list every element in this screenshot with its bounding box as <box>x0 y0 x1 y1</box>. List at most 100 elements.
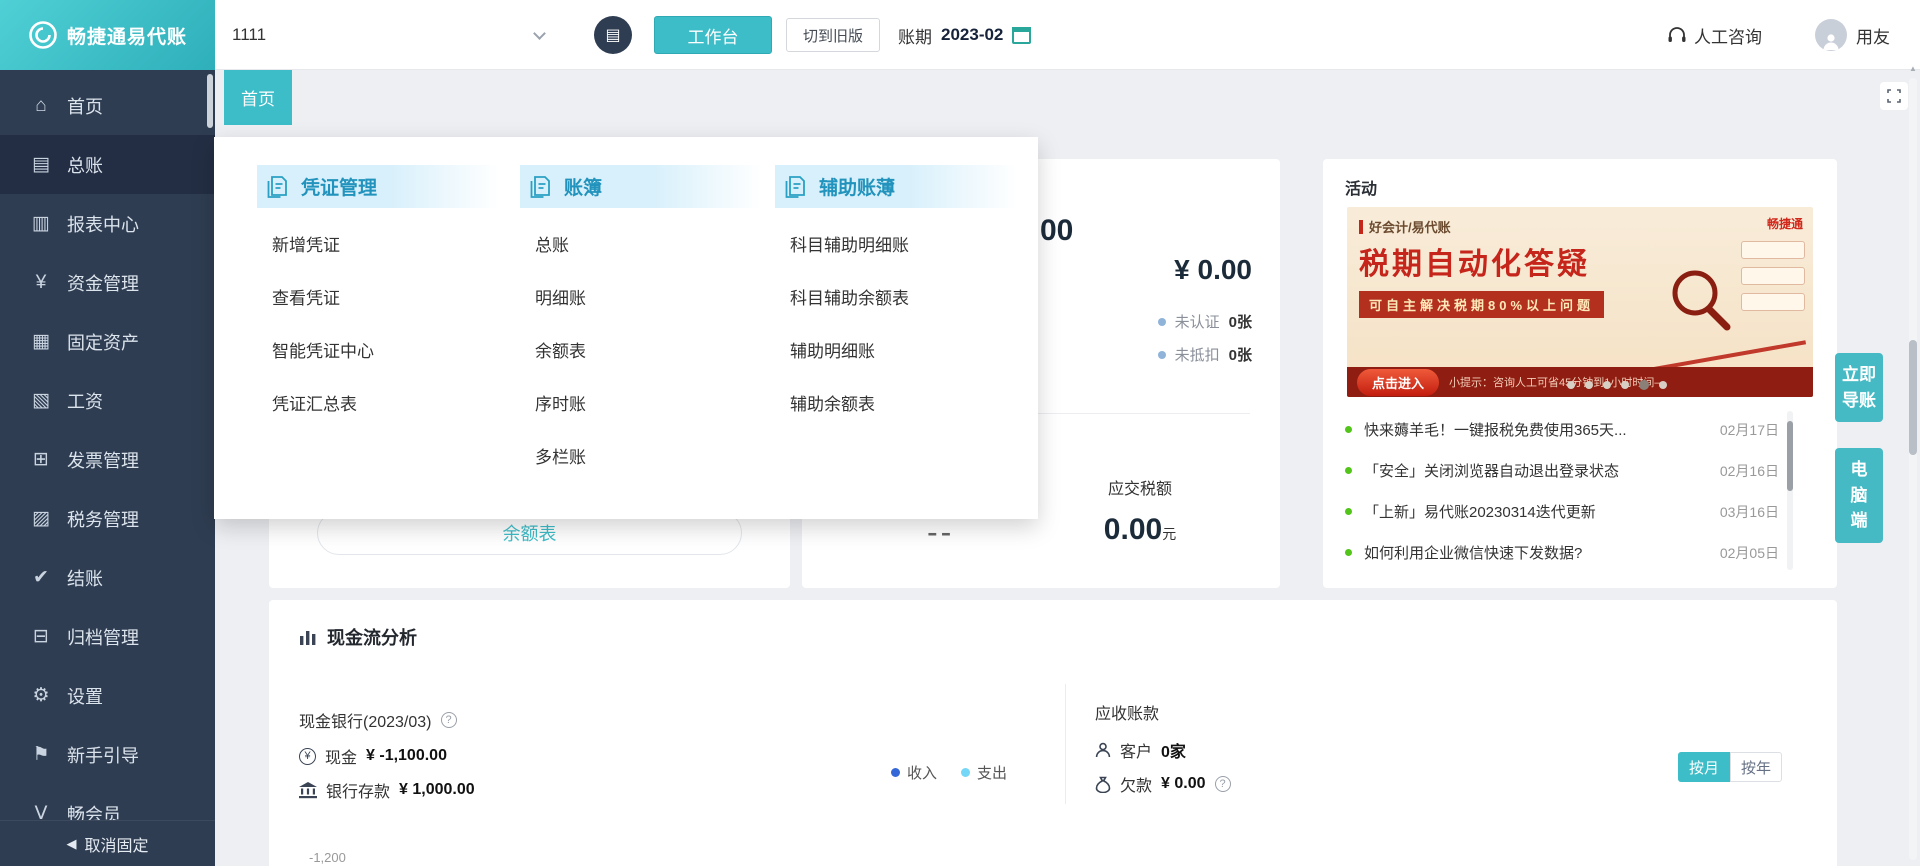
app-logo[interactable]: 畅捷通易代账 <box>0 0 215 70</box>
menu-item-smart-voucher-center[interactable]: 智能凭证中心 <box>257 323 492 376</box>
sidebar-item-archive[interactable]: ⊟ 归档管理 <box>0 607 215 666</box>
menu-item-new-voucher[interactable]: 新增凭证 <box>257 217 492 270</box>
sidebar-item-label: 归档管理 <box>67 627 139 648</box>
legend-expense-label: 支出 <box>977 765 1008 782</box>
sidebar-item-tax[interactable]: ▨ 税务管理 <box>0 489 215 548</box>
fullscreen-button[interactable] <box>1880 82 1908 110</box>
banner-tag-box <box>1741 241 1805 259</box>
sidebar-item-guide[interactable]: ⚑ 新手引导 <box>0 725 215 784</box>
sidebar-item-funds[interactable]: ¥ 资金管理 <box>0 253 215 312</box>
voucher-doc-icon <box>267 175 287 198</box>
menu-item-aux-detail[interactable]: 辅助明细账 <box>775 323 1010 376</box>
promo-banner[interactable]: 好会计/易代账 畅捷通 税期自动化答疑 可自主解决税期80%以上问题 点击进入 … <box>1347 207 1813 397</box>
sidebar-item-salary[interactable]: ▧ 工资 <box>0 371 215 430</box>
support-label: 人工咨询 <box>1694 27 1762 47</box>
main-scrollbar-thumb[interactable] <box>1909 340 1917 455</box>
support-button[interactable]: 人工咨询 <box>1667 0 1762 70</box>
desktop-client-button[interactable]: 电脑端 <box>1835 448 1883 543</box>
doc-badge-button[interactable]: ▤ <box>594 16 632 54</box>
carousel-dot[interactable] <box>1585 381 1594 389</box>
news-item[interactable]: 「安全」关闭浏览器自动退出登录状态 02月16日 <box>1345 450 1779 491</box>
account-select-value: 1111 <box>232 25 267 44</box>
sidebar-item-label: 结账 <box>67 568 103 589</box>
fullscreen-icon <box>1887 89 1901 103</box>
unpin-label: 取消固定 <box>84 837 149 855</box>
menu-items: 科目辅助明细账 科目辅助余额表 辅助明细账 辅助余额表 <box>775 217 1023 429</box>
chevron-down-icon <box>533 27 546 40</box>
sidebar-item-invoice[interactable]: ⊞ 发票管理 <box>0 430 215 489</box>
toggle-by-year-label: 按年 <box>1740 759 1771 777</box>
carousel-dot[interactable] <box>1603 381 1612 389</box>
menu-item-subject-aux-detail[interactable]: 科目辅助明细账 <box>775 217 1010 270</box>
receivable-title-row: 应收账款 <box>1095 700 1159 724</box>
sidebar-item-label: 新手引导 <box>67 745 139 766</box>
workbench-button[interactable]: 工作台 <box>654 16 772 54</box>
unpin-sidebar-button[interactable]: ◀ 取消固定 <box>0 820 215 866</box>
news-date: 03月16日 <box>1719 503 1779 520</box>
uncertified-value: 0张 <box>1228 314 1252 331</box>
sidebar-item-settings[interactable]: ⚙ 设置 <box>0 666 215 725</box>
toggle-by-month[interactable]: 按月 <box>1678 752 1730 782</box>
bank-icon <box>299 781 317 798</box>
carousel-dot[interactable] <box>1659 381 1668 389</box>
legend-income-dot <box>891 768 900 777</box>
carousel-dot[interactable] <box>1621 381 1630 389</box>
import-accounts-button[interactable]: 立即导账 <box>1835 353 1883 422</box>
cashflow-title-row: 现金流分析 <box>299 624 417 650</box>
flag-icon: ⚑ <box>32 744 50 765</box>
tab-home[interactable]: 首页 <box>224 70 292 125</box>
menu-item-multi-column-ledger[interactable]: 多栏账 <box>520 429 755 482</box>
receivable-title: 应收账款 <box>1095 706 1160 723</box>
news-dot-icon <box>1345 426 1352 433</box>
calendar-icon[interactable] <box>1012 26 1032 44</box>
coin-icon: ¥ <box>299 747 316 765</box>
news-item[interactable]: 快来薅羊毛！一键报税免费使用365天... 02月17日 <box>1345 409 1779 450</box>
carousel-dots <box>1567 380 1668 390</box>
menu-title-voucher: 凭证管理 <box>301 178 378 199</box>
sidebar-item-fixed-assets[interactable]: ▦ 固定资产 <box>0 312 215 371</box>
news-item[interactable]: 如何利用企业微信快速下发数据? 02月05日 <box>1345 532 1779 573</box>
menu-column-aux-books: 辅助账薄 科目辅助明细账 科目辅助余额表 辅助明细账 辅助余额表 <box>775 165 1023 429</box>
funds-icon: ¥ <box>35 271 47 293</box>
user-menu[interactable]: 用友 <box>1815 0 1890 70</box>
menu-item-voucher-summary[interactable]: 凭证汇总表 <box>257 376 492 429</box>
scroll-up-icon[interactable]: ▲ <box>1909 64 1917 73</box>
sidebar-item-general-ledger[interactable]: ▤ 总账 <box>0 135 215 194</box>
user-name: 用友 <box>1856 27 1890 47</box>
ledger-book-icon <box>530 175 550 198</box>
news-item[interactable]: 「上新」易代账20230314迭代更新 03月16日 <box>1345 491 1779 532</box>
menu-item-detail-ledger[interactable]: 明细账 <box>520 270 755 323</box>
menu-item-journal[interactable]: 序时账 <box>520 376 755 429</box>
sidebar-item-report-center[interactable]: ▥ 报表中心 <box>0 194 215 253</box>
menu-item-subject-aux-balance[interactable]: 科目辅助余额表 <box>775 270 1010 323</box>
sidebar-item-home[interactable]: ⌂ 首页 <box>0 76 215 135</box>
sidebar-item-closing[interactable]: ✔ 结账 <box>0 548 215 607</box>
carousel-dot[interactable] <box>1567 381 1576 389</box>
sidebar-item-label: 设置 <box>67 686 103 707</box>
menu-item-general-ledger[interactable]: 总账 <box>520 217 755 270</box>
news-dot-icon <box>1345 508 1352 515</box>
menu-item-view-voucher[interactable]: 查看凭证 <box>257 270 492 323</box>
news-date: 02月17日 <box>1719 421 1779 438</box>
toggle-by-year[interactable]: 按年 <box>1730 752 1782 782</box>
account-select[interactable]: 1111 <box>232 0 550 70</box>
debt-value: ¥ 0.00 <box>1161 775 1206 792</box>
balance-sheet-button-label: 余额表 <box>502 524 557 544</box>
help-icon[interactable]: ? <box>440 712 457 728</box>
menu-column-voucher: 凭证管理 新增凭证 查看凭证 智能凭证中心 凭证汇总表 <box>257 165 505 429</box>
customer-value: 0家 <box>1161 744 1186 761</box>
help-icon[interactable]: ? <box>1214 776 1231 792</box>
news-text: 如何利用企业微信快速下发数据? <box>1364 545 1583 562</box>
news-scrollbar-thumb[interactable] <box>1787 421 1793 491</box>
menu-item-balance-sheet[interactable]: 余额表 <box>520 323 755 376</box>
switch-old-version-button[interactable]: 切到旧版 <box>786 18 880 52</box>
news-date: 02月16日 <box>1719 462 1779 479</box>
banner-cta-button[interactable]: 点击进入 <box>1357 368 1440 396</box>
period-value[interactable]: 2023-02 <box>941 25 1003 45</box>
menu-item-aux-balance[interactable]: 辅助余额表 <box>775 376 1010 429</box>
sidebar-item-label: 总账 <box>67 155 103 176</box>
sidebar-item-label: 税务管理 <box>67 509 139 530</box>
sidebar-scrollbar-thumb[interactable] <box>207 74 213 128</box>
carousel-dot-active[interactable] <box>1639 380 1650 390</box>
menu-title-books: 账簿 <box>564 178 603 199</box>
